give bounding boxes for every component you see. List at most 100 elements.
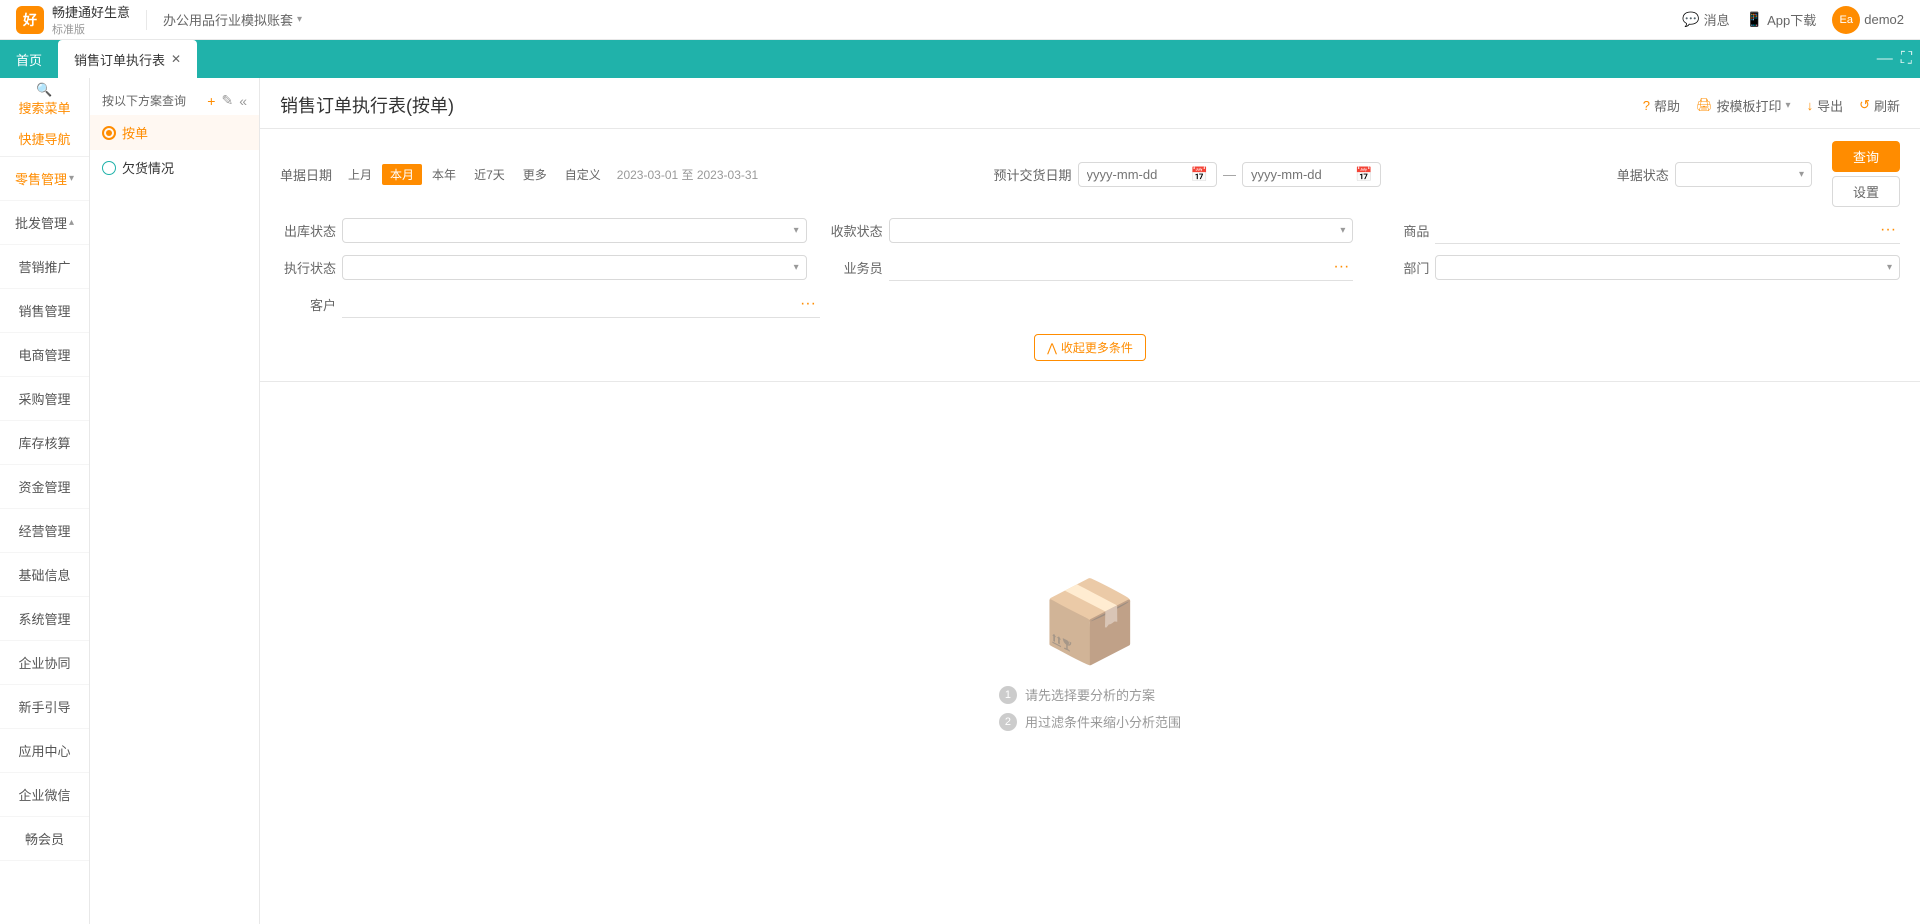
main-layout: 🔍 搜索菜单 快捷导航 零售管理 ▾ 批发管理 ▴ 营销推广 销售管理 电商管理…: [0, 78, 1920, 924]
print-btn[interactable]: 🖨 按模板打印 ▾: [1696, 96, 1791, 115]
order-status-select[interactable]: [1675, 162, 1812, 187]
customer-dots-btn[interactable]: ···: [796, 295, 820, 313]
dept-filter: 部门 ▾: [1373, 255, 1900, 280]
print-icon: 🖨: [1696, 97, 1713, 113]
radio-inactive-icon: [102, 161, 116, 175]
message-btn[interactable]: 💬 消息: [1682, 10, 1729, 29]
order-status-label: 单据状态: [1617, 165, 1669, 184]
export-btn[interactable]: ↓ 导出: [1807, 96, 1844, 115]
sales-tab-label: 销售订单执行表: [74, 50, 165, 69]
home-tab-label: 首页: [16, 50, 42, 69]
payment-select[interactable]: [889, 218, 1354, 243]
collapse-btn[interactable]: ⋀ 收起更多条件: [1034, 334, 1146, 361]
page-title: 销售订单执行表(按单): [280, 92, 454, 118]
payment-select-wrapper: ▾: [889, 218, 1354, 243]
download-icon: 📱: [1746, 11, 1763, 28]
query-btn[interactable]: 查询: [1832, 141, 1900, 172]
sidebar-item-wholesale[interactable]: 批发管理 ▴: [0, 201, 89, 245]
tabbar-actions: — ⛶: [1877, 50, 1920, 68]
minimize-icon[interactable]: —: [1877, 50, 1893, 68]
sidebar-item-newbie[interactable]: 新手引导: [0, 685, 89, 729]
download-btn[interactable]: 📱 App下载: [1746, 10, 1817, 29]
scheme-add-btn[interactable]: +: [207, 93, 215, 109]
product-label: 商品: [1373, 221, 1429, 240]
refresh-btn[interactable]: ↺ 刷新: [1859, 96, 1900, 115]
page-header: 销售订单执行表(按单) ? 帮助 🖨 按模板打印 ▾ ↓: [260, 78, 1920, 129]
sidebar-item-marketing[interactable]: 营销推广: [0, 245, 89, 289]
exec-status-select-wrapper: ▾: [342, 255, 807, 280]
avatar: Ea: [1832, 6, 1860, 34]
sidebar-item-finance[interactable]: 资金管理: [0, 465, 89, 509]
salesperson-dots-btn[interactable]: ···: [1329, 258, 1353, 276]
dropdown-arrow-icon[interactable]: ▾: [297, 14, 302, 25]
scheme-edit-btn[interactable]: ✎: [221, 92, 233, 109]
logo-icon: 好: [16, 6, 44, 34]
product-dots-btn[interactable]: ···: [1876, 221, 1900, 239]
calendar-end-icon[interactable]: 📅: [1355, 166, 1372, 183]
sidebar-item-system[interactable]: 系统管理: [0, 597, 89, 641]
sidebar-item-inventory[interactable]: 库存核算: [0, 421, 89, 465]
scheme-item-by-order[interactable]: 按单: [90, 115, 259, 150]
date-separator: —: [1223, 167, 1236, 182]
sidebar-item-retail[interactable]: 零售管理 ▾: [0, 157, 89, 201]
outbound-select-wrapper: ▾: [342, 218, 807, 243]
date-end-input[interactable]: [1251, 167, 1351, 182]
salesperson-input-wrapper: ···: [889, 254, 1354, 281]
filter-row-1: 单据日期 上月 本月 本年 近7天 更多 自定义 2023-03-01 至 20…: [280, 141, 1900, 207]
salesperson-label: 业务员: [827, 258, 883, 277]
help-btn[interactable]: ? 帮助: [1643, 96, 1680, 115]
date-tab-this-year[interactable]: 本年: [424, 164, 464, 185]
date-start-input[interactable]: [1087, 167, 1187, 182]
exec-status-select[interactable]: [342, 255, 807, 280]
date-tab-last-month[interactable]: 上月: [340, 164, 380, 185]
message-icon: 💬: [1682, 11, 1699, 28]
date-end-wrapper: 📅: [1242, 162, 1381, 187]
dept-select[interactable]: [1435, 255, 1900, 280]
content-inner: 按以下方案查询 + ✎ « 按单 欠货情况: [90, 78, 1920, 924]
salesperson-filter: 业务员 ···: [827, 254, 1354, 281]
scheme-item-shortage[interactable]: 欠货情况: [90, 150, 259, 185]
payment-label: 收款状态: [827, 221, 883, 240]
sidebar-search-btn[interactable]: 🔍 搜索菜单: [0, 78, 89, 121]
sidebar-nav-btn[interactable]: 快捷导航: [0, 121, 89, 157]
radio-active-icon: [102, 126, 116, 140]
customer-input-wrapper: ···: [342, 291, 820, 318]
tab-home[interactable]: 首页: [0, 40, 58, 78]
chevron-icon: ▾: [69, 173, 74, 184]
date-tab-custom[interactable]: 自定义: [557, 164, 609, 185]
user-menu[interactable]: Ea demo2: [1832, 6, 1904, 34]
scheme-panel-actions: + ✎ «: [207, 92, 247, 109]
exec-status-filter: 执行状态 ▾: [280, 255, 807, 280]
estimated-date-filter: 预计交货日期 📅 — 📅: [994, 162, 1382, 187]
date-tab-more[interactable]: 更多: [515, 164, 555, 185]
date-tab-this-month[interactable]: 本月: [382, 164, 422, 185]
maximize-icon[interactable]: ⛶: [1901, 50, 1912, 68]
date-tab-7days[interactable]: 近7天: [466, 164, 513, 185]
date-range-display: 2023-03-01 至 2023-03-31: [617, 166, 758, 183]
sidebar-item-operation[interactable]: 经营管理: [0, 509, 89, 553]
setting-btn[interactable]: 设置: [1832, 176, 1900, 207]
customer-label: 客户: [280, 295, 336, 314]
scheme-collapse-btn[interactable]: «: [239, 93, 247, 109]
page-actions: ? 帮助 🖨 按模板打印 ▾ ↓ 导出 ↺: [1643, 96, 1900, 115]
search-icon: 🔍: [36, 82, 52, 97]
right-content: 销售订单执行表(按单) ? 帮助 🖨 按模板打印 ▾ ↓: [260, 78, 1920, 924]
sidebar-item-member[interactable]: 畅会员: [0, 817, 89, 861]
tab-sales-order[interactable]: 销售订单执行表 ✕: [58, 40, 197, 78]
sidebar-item-apps[interactable]: 应用中心: [0, 729, 89, 773]
sidebar-item-enterprise[interactable]: 企业协同: [0, 641, 89, 685]
sidebar-item-ecommerce[interactable]: 电商管理: [0, 333, 89, 377]
calendar-start-icon[interactable]: 📅: [1191, 166, 1208, 183]
collapse-row: ⋀ 收起更多条件: [280, 326, 1900, 369]
tab-close-icon[interactable]: ✕: [171, 52, 181, 66]
topbar-left: 好 畅捷通好生意 标准版 办公用品行业模拟账套 ▾: [16, 2, 302, 37]
filter-row-3: 执行状态 ▾ 业务员 ···: [280, 254, 1900, 281]
sidebar-item-sales[interactable]: 销售管理: [0, 289, 89, 333]
sidebar-item-wechat[interactable]: 企业微信: [0, 773, 89, 817]
scheme-panel-header: 按以下方案查询 + ✎ «: [90, 86, 259, 115]
sidebar-item-purchase[interactable]: 采购管理: [0, 377, 89, 421]
filter-row-4: 客户 ···: [280, 291, 1900, 318]
sidebar-item-basic[interactable]: 基础信息: [0, 553, 89, 597]
empty-text: 1 请先选择要分析的方案 2 用过滤条件来缩小分析范围: [999, 685, 1181, 731]
outbound-select[interactable]: [342, 218, 807, 243]
